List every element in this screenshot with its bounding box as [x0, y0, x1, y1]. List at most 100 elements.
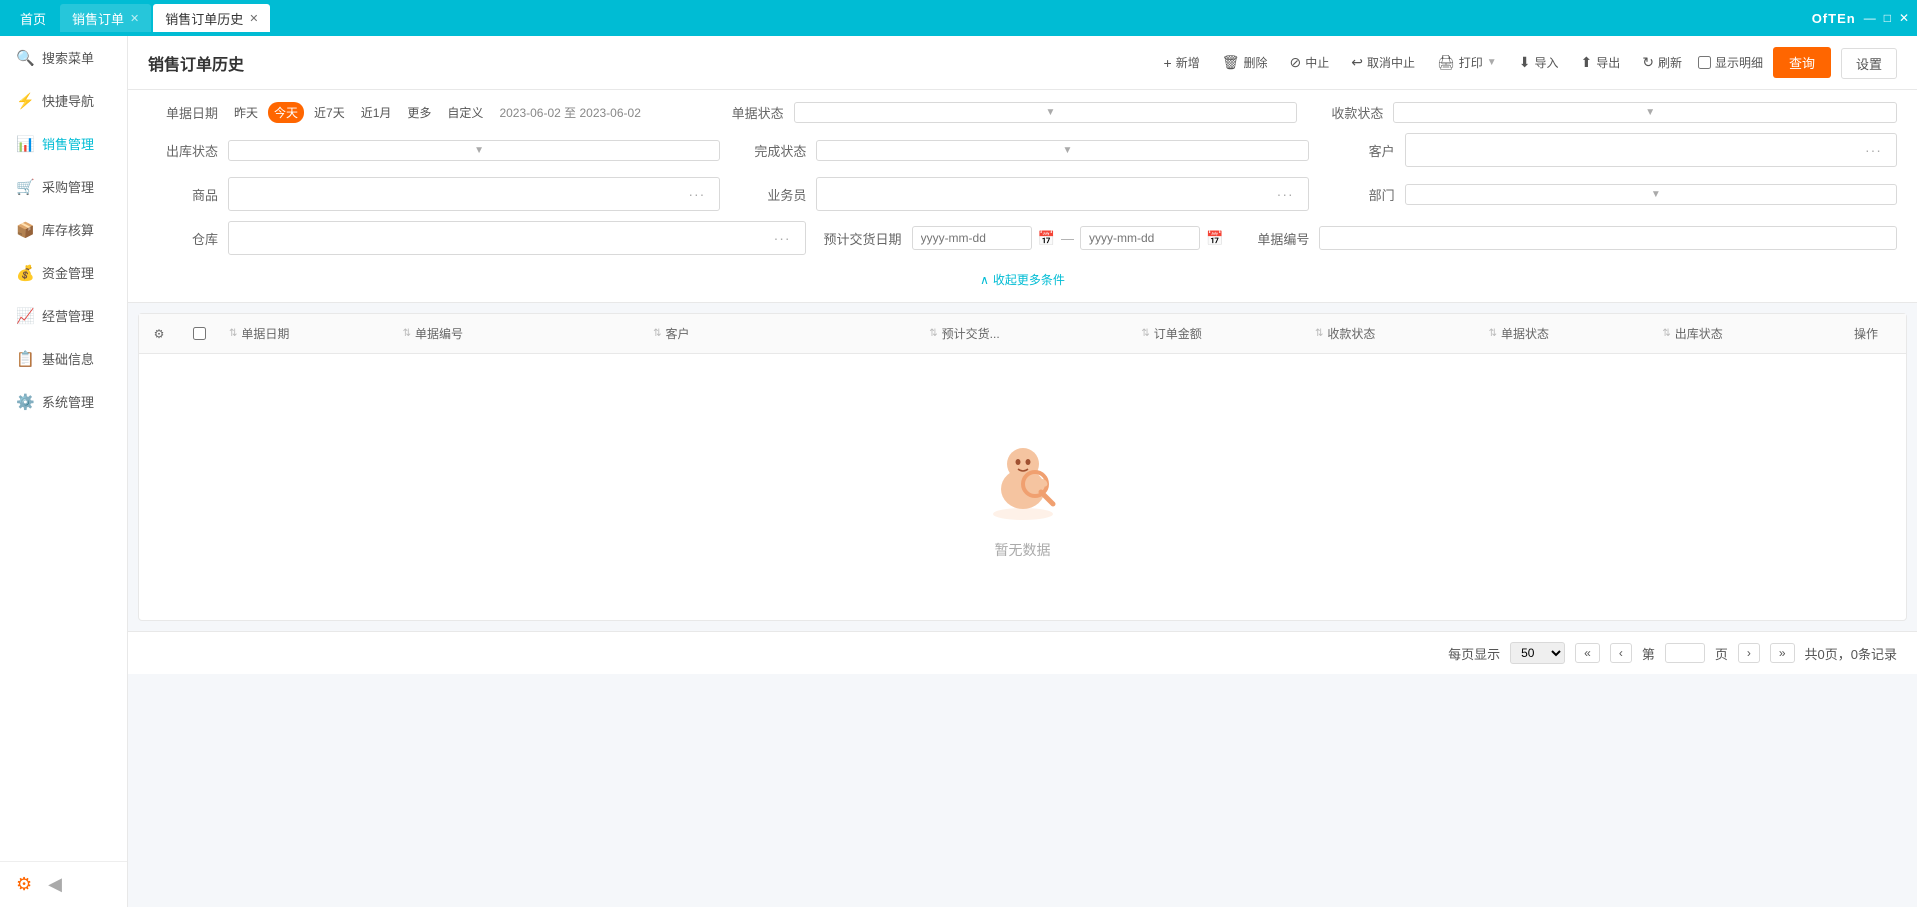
sys-mgmt-icon: ⚙️: [16, 393, 34, 411]
th-out-label: 出库状态: [1675, 325, 1723, 342]
sidebar-item-sys-mgmt[interactable]: ⚙️ 系统管理: [0, 380, 127, 423]
receipt-status-select[interactable]: ▼: [1393, 102, 1897, 123]
cancel-stop-button[interactable]: ↩ 取消中止: [1345, 50, 1421, 75]
salesperson-label: 业务员: [736, 185, 816, 204]
print-arrow-icon: ▼: [1487, 57, 1497, 68]
sidebar-item-operations[interactable]: 📈 经营管理: [0, 294, 127, 337]
th-out-status[interactable]: ⇅ 出库状态: [1652, 325, 1826, 342]
date-tag-1month[interactable]: 近1月: [355, 102, 398, 123]
delivery-date-start-calendar-icon[interactable]: 📅: [1038, 230, 1055, 247]
customer-label: 客户: [1325, 141, 1405, 160]
quick-nav-icon: ⚡: [16, 92, 34, 110]
sidebar-item-search-menu[interactable]: 🔍 搜索菜单: [0, 36, 127, 79]
th-settings[interactable]: ⚙: [139, 327, 179, 341]
delivery-date-label: 预计交货日期: [822, 229, 912, 248]
minimize-icon[interactable]: —: [1864, 11, 1876, 25]
th-bill-status-sort-icon: ⇅: [1489, 328, 1497, 339]
delivery-date-end-calendar-icon[interactable]: 📅: [1206, 230, 1223, 247]
bill-number-input[interactable]: [1319, 226, 1897, 250]
main-layout: 🔍 搜索菜单 ⚡ 快捷导航 📊 销售管理 🛒 采购管理 📦 库存核算 💰 资金管…: [0, 36, 1917, 907]
next-page-button[interactable]: ›: [1738, 643, 1760, 663]
collapse-row[interactable]: ∧ 收起更多条件: [148, 265, 1897, 290]
sidebar-item-inventory[interactable]: 📦 库存核算: [0, 208, 127, 251]
sidebar: 🔍 搜索菜单 ⚡ 快捷导航 📊 销售管理 🛒 采购管理 📦 库存核算 💰 资金管…: [0, 36, 128, 907]
warehouse-dots-icon[interactable]: ···: [768, 226, 797, 250]
bill-status-label: 单据状态: [714, 103, 794, 122]
th-receipt-sort-icon: ⇅: [1315, 328, 1323, 339]
collapse-sidebar-icon[interactable]: ◀: [48, 874, 62, 895]
close-window-icon[interactable]: ✕: [1899, 11, 1909, 25]
settings-bottom-icon[interactable]: ⚙: [16, 874, 32, 895]
th-number[interactable]: ⇅ 单据编号: [393, 325, 644, 342]
prev-page-button[interactable]: ‹: [1610, 643, 1632, 663]
add-icon: +: [1164, 55, 1172, 71]
restore-icon[interactable]: □: [1884, 11, 1891, 25]
th-number-label: 单据编号: [415, 325, 463, 342]
th-checkbox[interactable]: [179, 327, 219, 340]
tab-sales-order-history-close[interactable]: ✕: [249, 12, 258, 25]
empty-state: 暂无数据: [139, 354, 1906, 620]
refresh-button[interactable]: ↻ 刷新: [1636, 50, 1688, 75]
date-tag-today[interactable]: 今天: [268, 102, 304, 123]
th-bill-status[interactable]: ⇅ 单据状态: [1479, 325, 1653, 342]
th-customer[interactable]: ⇅ 客户: [643, 325, 919, 342]
export-button[interactable]: ⬆ 导出: [1574, 50, 1626, 75]
page-size-select[interactable]: 50 10 20 100: [1510, 642, 1565, 664]
th-amount[interactable]: ⇅ 订单金额: [1131, 325, 1305, 342]
delivery-date-end-input[interactable]: [1080, 226, 1200, 250]
delivery-date-start-input[interactable]: [912, 226, 1032, 250]
filter-area: 单据日期 昨天 今天 近7天 近1月 更多 自定义 2023-06-02 至 2…: [128, 90, 1917, 303]
bill-status-select[interactable]: ▼: [794, 102, 1298, 123]
tab-sales-order-label: 销售订单: [72, 9, 124, 28]
out-status-arrow-icon: ▼: [474, 145, 711, 156]
sidebar-item-basic-info-label: 基础信息: [42, 349, 94, 368]
filter-row-3: 商品 ··· 业务员 ··· 部门 ▼: [148, 177, 1897, 211]
total-records-label: 共0页，0条记录: [1805, 644, 1897, 663]
first-page-button[interactable]: «: [1575, 643, 1600, 663]
goods-dots-icon[interactable]: ···: [682, 182, 711, 206]
salesperson-dots-icon[interactable]: ···: [1271, 182, 1300, 206]
settings-button[interactable]: 设置: [1841, 48, 1897, 79]
out-status-select[interactable]: ▼: [228, 140, 720, 161]
add-button[interactable]: + 新增: [1158, 50, 1206, 75]
table-select-all-checkbox[interactable]: [193, 327, 206, 340]
complete-status-select[interactable]: ▼: [816, 140, 1308, 161]
tab-sales-order[interactable]: 销售订单 ✕: [60, 4, 151, 32]
stop-button[interactable]: ⊘ 中止: [1284, 50, 1336, 75]
top-bar: 首页 销售订单 ✕ 销售订单历史 ✕ OfTEn — □ ✕: [0, 0, 1917, 36]
sidebar-item-purchase-mgmt[interactable]: 🛒 采购管理: [0, 165, 127, 208]
print-button[interactable]: 🖨 打印 ▼: [1431, 50, 1503, 75]
current-page-input[interactable]: 1: [1665, 643, 1705, 663]
sidebar-item-sales-mgmt[interactable]: 📊 销售管理: [0, 122, 127, 165]
th-delivery-sort-icon: ⇅: [929, 328, 937, 339]
sidebar-item-quick-nav[interactable]: ⚡ 快捷导航: [0, 79, 127, 122]
sidebar-item-basic-info[interactable]: 📋 基础信息: [0, 337, 127, 380]
query-button[interactable]: 查询: [1773, 47, 1831, 78]
collapse-up-icon: ∧: [980, 273, 989, 287]
date-tag-7days[interactable]: 近7天: [308, 102, 351, 123]
refresh-icon: ↻: [1642, 54, 1654, 71]
tab-home[interactable]: 首页: [8, 4, 58, 32]
inventory-icon: 📦: [16, 221, 34, 239]
th-receipt-status[interactable]: ⇅ 收款状态: [1305, 325, 1479, 342]
print-label: 打印: [1459, 54, 1483, 71]
th-delivery[interactable]: ⇅ 预计交货...: [919, 325, 1131, 342]
tab-sales-order-close[interactable]: ✕: [130, 12, 139, 25]
filter-row-2: 出库状态 ▼ 完成状态 ▼ 客户 ···: [148, 133, 1897, 167]
last-page-button[interactable]: »: [1770, 643, 1795, 663]
th-date[interactable]: ⇅ 单据日期: [219, 325, 393, 342]
th-customer-label: 客户: [666, 325, 690, 342]
customer-dots-icon[interactable]: ···: [1859, 138, 1888, 162]
import-button[interactable]: ⬇ 导入: [1513, 50, 1565, 75]
date-tag-more[interactable]: 更多: [401, 102, 437, 123]
sidebar-item-finance[interactable]: 💰 资金管理: [0, 251, 127, 294]
stop-icon: ⊘: [1290, 54, 1302, 71]
date-tag-yesterday[interactable]: 昨天: [228, 102, 264, 123]
dept-select[interactable]: ▼: [1405, 184, 1897, 205]
display-toggle-checkbox[interactable]: [1698, 56, 1711, 69]
delete-button[interactable]: 🗑 删除: [1216, 50, 1274, 75]
tab-sales-order-history[interactable]: 销售订单历史 ✕: [153, 4, 270, 32]
table-settings-icon[interactable]: ⚙: [154, 327, 165, 341]
tab-sales-order-history-label: 销售订单历史: [165, 9, 243, 28]
date-tag-custom[interactable]: 自定义: [441, 102, 489, 123]
